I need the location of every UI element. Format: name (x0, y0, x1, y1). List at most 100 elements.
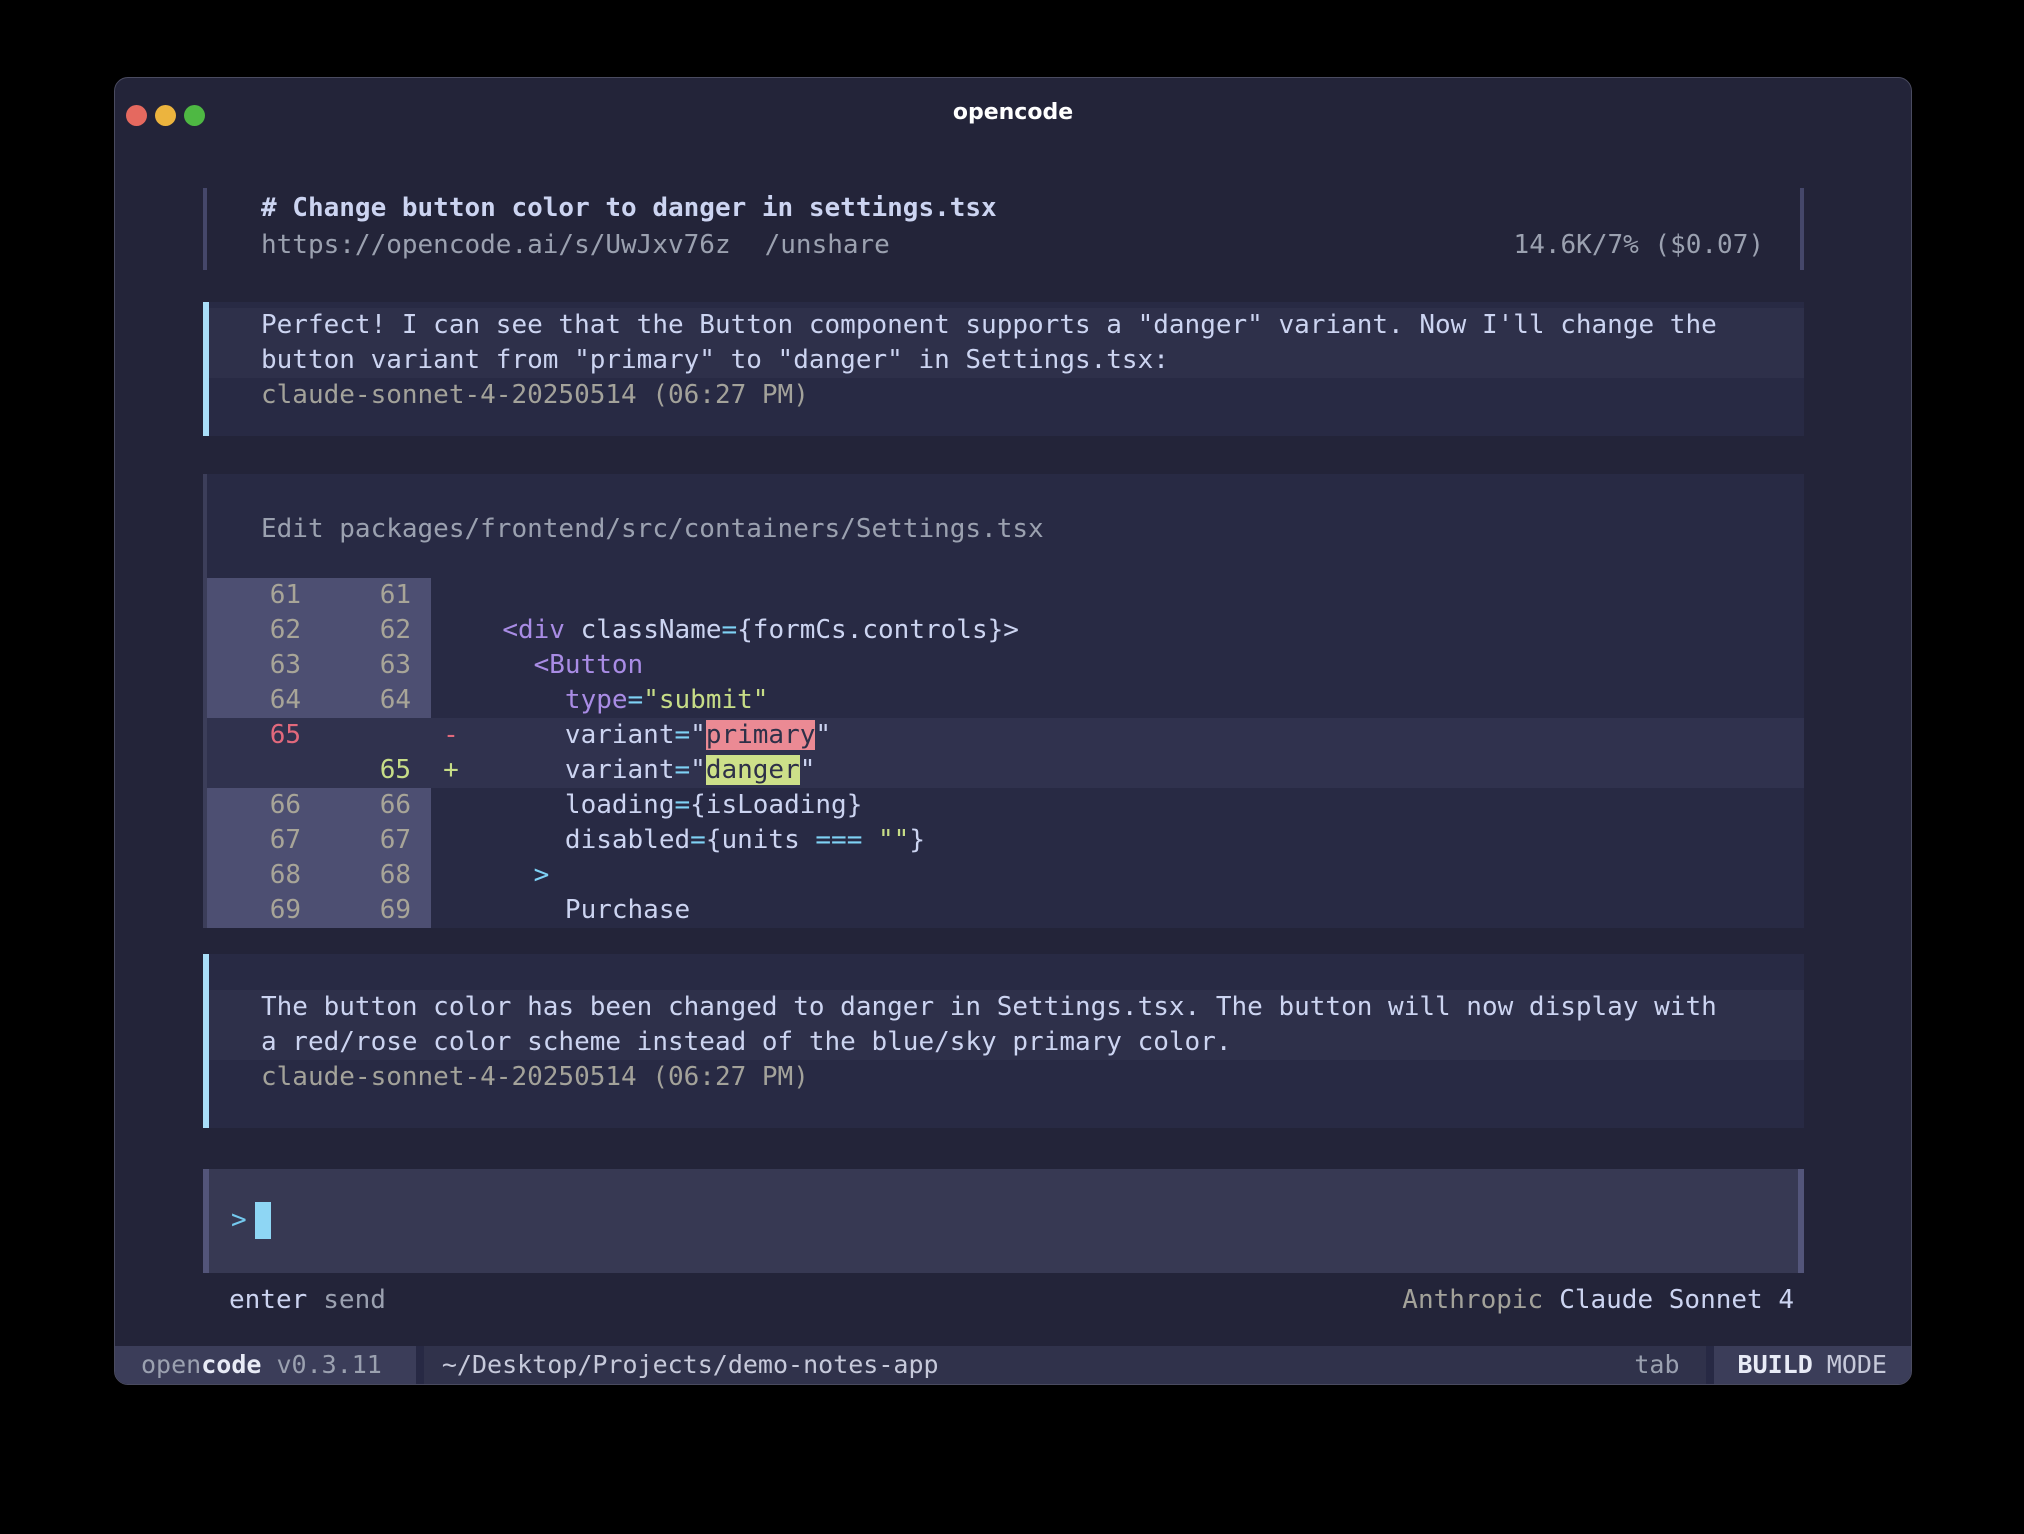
code-line: disabled={units === ""} (471, 823, 1804, 858)
new-line-number: 67 (321, 823, 431, 858)
code-token: } (909, 825, 925, 855)
old-line-number: 61 (207, 578, 321, 613)
new-line-number: 69 (321, 893, 431, 928)
code-token: === (815, 825, 862, 855)
code-token: {isLoading} (690, 790, 862, 820)
code-token: = (675, 720, 691, 750)
new-line-number: 68 (321, 858, 431, 893)
code-line: <div className={formCs.controls}> (471, 613, 1804, 648)
diff-marker: - (431, 718, 471, 753)
diff-row: 6161 (207, 578, 1804, 613)
assistant-message-2: The button color has been changed to dan… (203, 954, 1804, 1128)
code-token: " (690, 755, 706, 785)
code-token: <Button (534, 650, 644, 680)
diff-row: 6767 disabled={units === ""} (207, 823, 1804, 858)
code-line: type="submit" (471, 683, 1804, 718)
edit-file-path: Edit packages/frontend/src/containers/Se… (261, 514, 1044, 544)
header-spacer (890, 227, 1514, 264)
prompt-input[interactable]: > (203, 1169, 1804, 1273)
code-token: variant (471, 755, 675, 785)
diff-marker (431, 613, 471, 648)
mode-toggle[interactable]: BUILD MODE (1714, 1346, 1911, 1384)
code-token: > (534, 860, 550, 890)
code-token: = (675, 755, 691, 785)
opencode-window: opencode # Change button color to danger… (114, 77, 1912, 1385)
code-token: {formCs.controls}> (737, 615, 1019, 645)
code-token: = (690, 825, 706, 855)
diff-marker (431, 858, 471, 893)
new-line-number (321, 718, 431, 753)
share-url-link[interactable]: https://opencode.ai/s/UwJxv76z (261, 227, 731, 264)
code-line: variant="primary" (471, 718, 1804, 753)
app-name-open: open (141, 1350, 201, 1379)
provider-label: Anthropic (1402, 1283, 1543, 1318)
code-token: variant (471, 720, 675, 750)
app-version-segment: opencode v0.3.11 (115, 1346, 416, 1384)
statusbar-spacer (939, 1346, 1635, 1384)
code-token: "submit" (643, 685, 768, 715)
unshare-command[interactable]: /unshare (765, 227, 890, 264)
diff-row: 6666 loading={isLoading} (207, 788, 1804, 823)
desktop: opencode # Change button color to danger… (0, 0, 2024, 1534)
code-token: loading (471, 790, 675, 820)
segment-divider (1706, 1346, 1714, 1384)
model-timestamp: claude-sonnet-4-20250514 (06:27 PM) (209, 378, 1804, 413)
mode-suffix: MODE (1827, 1350, 1887, 1379)
enter-key-hint: enter (229, 1283, 307, 1318)
app-name-code: code (201, 1350, 261, 1379)
code-token: <div (502, 615, 565, 645)
new-line-number: 63 (321, 648, 431, 683)
titlebar: opencode (115, 78, 1911, 148)
message-text-line: The button color has been changed to dan… (209, 990, 1804, 1025)
code-token: disabled (471, 825, 690, 855)
new-line-number: 66 (321, 788, 431, 823)
code-line (471, 578, 1804, 613)
diff-row: 65+ variant="danger" (207, 753, 1804, 788)
working-directory: ~/Desktop/Projects/demo-notes-app (424, 1346, 939, 1384)
model-timestamp: claude-sonnet-4-20250514 (06:27 PM) (209, 1060, 1804, 1095)
diff-marker (431, 648, 471, 683)
model-label: Claude Sonnet 4 (1559, 1283, 1794, 1318)
code-token: " (815, 720, 831, 750)
mode-name: BUILD (1738, 1350, 1813, 1379)
code-token: "" (878, 825, 909, 855)
message-text-line: a red/rose color scheme instead of the b… (209, 1025, 1804, 1060)
code-token (471, 685, 565, 715)
code-line: Purchase (471, 893, 1804, 928)
code-token: type (565, 685, 628, 715)
code-token: = (675, 790, 691, 820)
diff-marker (431, 788, 471, 823)
code-token: " (800, 755, 816, 785)
old-line-number: 69 (207, 893, 321, 928)
old-line-number: 62 (207, 613, 321, 648)
code-token: " (690, 720, 706, 750)
old-line-number: 63 (207, 648, 321, 683)
message-text-line: button variant from "primary" to "danger… (209, 343, 1804, 378)
input-footer: enter send Anthropic Claude Sonnet 4 (203, 1283, 1804, 1318)
old-line-number: 64 (207, 683, 321, 718)
code-token (471, 615, 502, 645)
code-token: danger (706, 755, 800, 785)
window-title: opencode (115, 100, 1911, 125)
code-token (471, 860, 534, 890)
token-usage: 14.6K/7% ($0.07) (1514, 227, 1764, 264)
code-token: {units (706, 825, 816, 855)
code-token: = (721, 615, 737, 645)
session-title: # Change button color to danger in setti… (261, 190, 1800, 227)
old-line-number: 66 (207, 788, 321, 823)
app-version: v0.3.11 (261, 1350, 381, 1379)
footer-spacer (386, 1283, 1402, 1318)
diff-row: 6464 type="submit" (207, 683, 1804, 718)
code-line: variant="danger" (471, 753, 1804, 788)
assistant-message-1: Perfect! I can see that the Button compo… (203, 302, 1804, 436)
diff-marker (431, 578, 471, 613)
text-cursor (255, 1202, 271, 1239)
code-line: loading={isLoading} (471, 788, 1804, 823)
tab-key-hint: tab (1634, 1346, 1705, 1384)
old-line-number: 67 (207, 823, 321, 858)
old-line-number: 68 (207, 858, 321, 893)
code-line: <Button (471, 648, 1804, 683)
new-line-number: 62 (321, 613, 431, 648)
diff-row: 6969 Purchase (207, 893, 1804, 928)
diff-marker (431, 823, 471, 858)
